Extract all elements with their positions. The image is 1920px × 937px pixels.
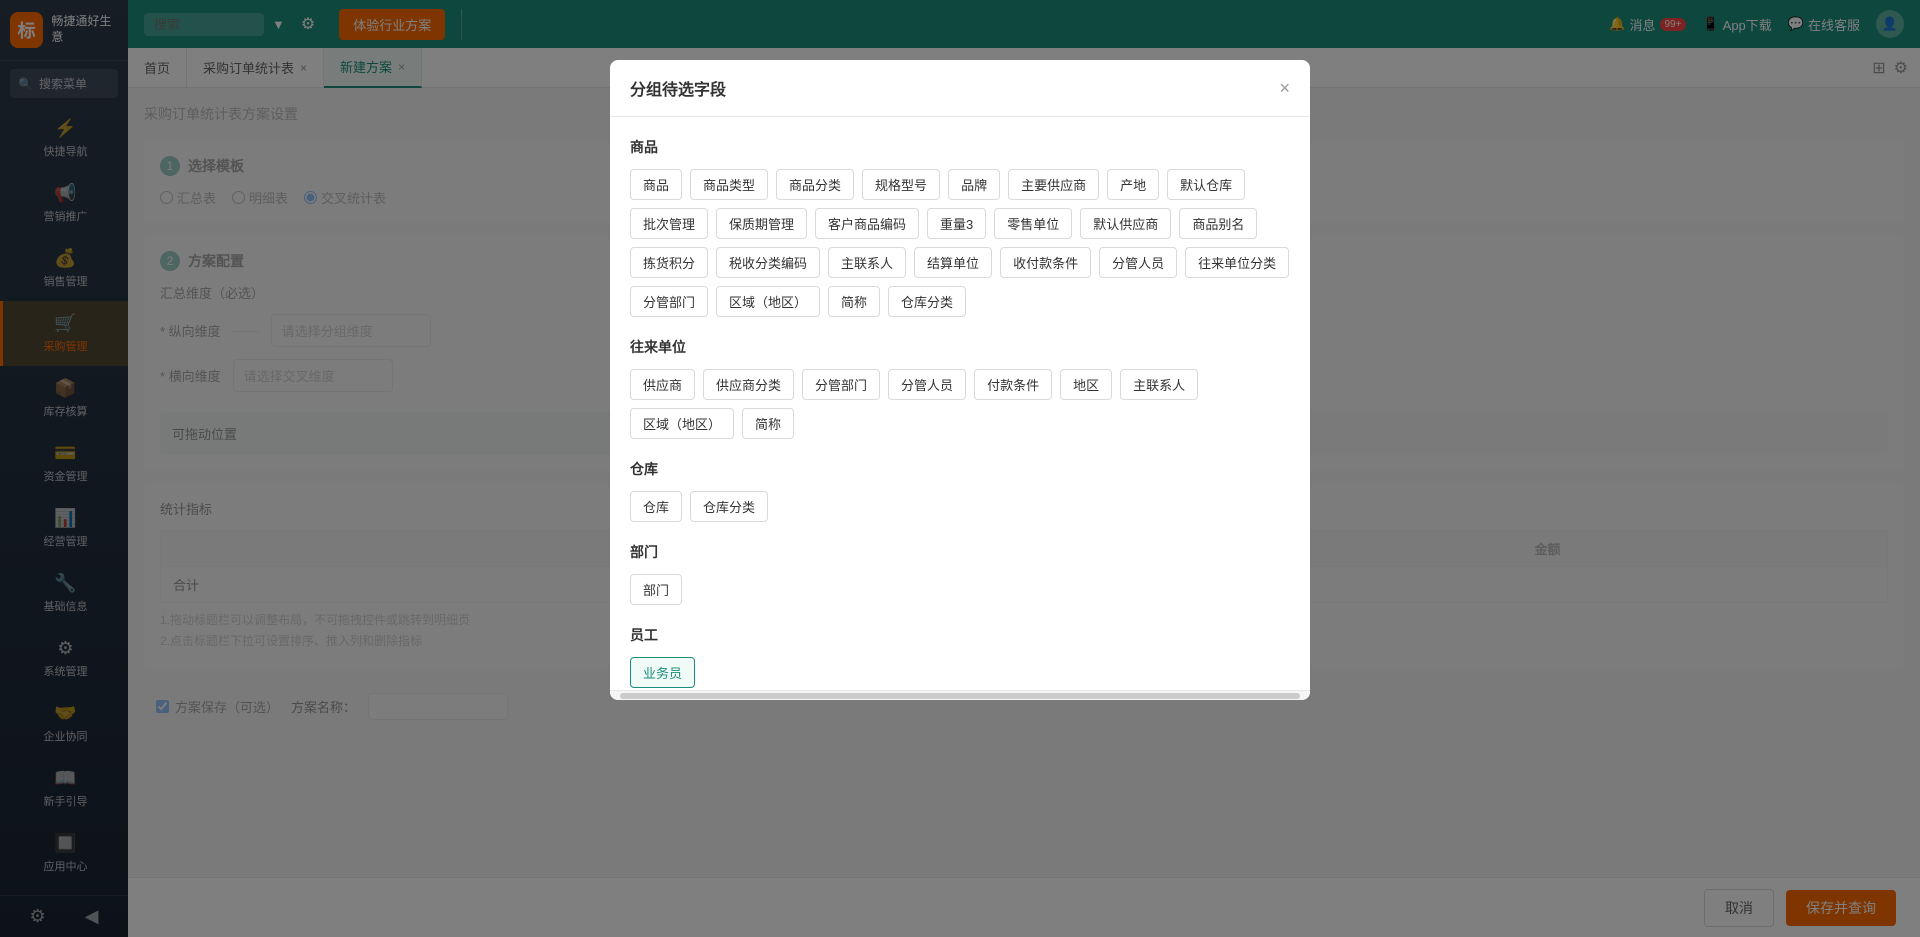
modal-header: 分组待选字段 ×: [610, 60, 1310, 117]
field-tag-guigexinghao[interactable]: 规格型号: [862, 169, 940, 200]
section-shangpin-tags: 商品 商品类型 商品分类 规格型号 品牌 主要供应商 产地 默认仓库 批次管理 …: [630, 169, 1290, 317]
field-tag-bumen[interactable]: 部门: [630, 574, 682, 605]
field-tag-shangpin[interactable]: 商品: [630, 169, 682, 200]
field-tag-fenguan-dept2[interactable]: 分管部门: [802, 369, 880, 400]
field-tag-piciguanli[interactable]: 批次管理: [630, 208, 708, 239]
section-shangpin: 商品 商品 商品类型 商品分类 规格型号 品牌 主要供应商 产地 默认仓库 批次…: [630, 137, 1290, 317]
modal-horizontal-scrollbar[interactable]: [610, 690, 1310, 700]
field-tag-chandi[interactable]: 产地: [1107, 169, 1159, 200]
field-tag-shuishou[interactable]: 税收分类编码: [716, 247, 820, 278]
section-bumen-title: 部门: [630, 542, 1290, 562]
field-tag-diqu[interactable]: 地区: [1060, 369, 1112, 400]
field-tag-jianhuo[interactable]: 拣货积分: [630, 247, 708, 278]
field-tag-cangkufenlei[interactable]: 仓库分类: [888, 286, 966, 317]
field-tag-biemeng[interactable]: 商品别名: [1179, 208, 1257, 239]
field-tag-jiancheng[interactable]: 简称: [828, 286, 880, 317]
field-tag-jiesuandanwei[interactable]: 结算单位: [914, 247, 992, 278]
field-tag-zhulianxiren2[interactable]: 主联系人: [1120, 369, 1198, 400]
section-cangku-title: 仓库: [630, 459, 1290, 479]
modal-title: 分组待选字段: [630, 76, 726, 100]
field-tag-fenguan2[interactable]: 分管人员: [888, 369, 966, 400]
section-bumen: 部门 部门: [630, 542, 1290, 605]
field-tag-quyu2[interactable]: 区域（地区）: [630, 408, 734, 439]
field-tag-gongyingshang[interactable]: 供应商: [630, 369, 695, 400]
field-tag-morengongying[interactable]: 默认供应商: [1080, 208, 1171, 239]
field-tag-quyu[interactable]: 区域（地区）: [716, 286, 820, 317]
overlay: 分组待选字段 × 商品 商品 商品类型 商品分类 规格型号 品牌 主要供应商 产…: [0, 0, 1920, 937]
field-tag-shangpinleixing[interactable]: 商品类型: [690, 169, 768, 200]
section-yuangong-title: 员工: [630, 625, 1290, 645]
section-wanglai: 往来单位 供应商 供应商分类 分管部门 分管人员 付款条件 地区 主联系人 区域…: [630, 337, 1290, 439]
field-tag-morencangku[interactable]: 默认仓库: [1167, 169, 1245, 200]
section-shangpin-title: 商品: [630, 137, 1290, 157]
field-tag-wanglaifenlei[interactable]: 往来单位分类: [1185, 247, 1289, 278]
field-tag-jiancheng2[interactable]: 简称: [742, 408, 794, 439]
modal-close-button[interactable]: ×: [1279, 78, 1290, 99]
field-tag-fenguan-dept[interactable]: 分管部门: [630, 286, 708, 317]
modal-body[interactable]: 商品 商品 商品类型 商品分类 规格型号 品牌 主要供应商 产地 默认仓库 批次…: [610, 117, 1310, 690]
section-bumen-tags: 部门: [630, 574, 1290, 605]
section-yuangong: 员工 业务员: [630, 625, 1290, 688]
field-tag-shangpinfenlei[interactable]: 商品分类: [776, 169, 854, 200]
field-tag-cangku[interactable]: 仓库: [630, 491, 682, 522]
field-tag-pinpai[interactable]: 品牌: [948, 169, 1000, 200]
field-tag-kehubianma[interactable]: 客户商品编码: [815, 208, 919, 239]
modal-hscroll-thumb: [620, 693, 1300, 699]
section-cangku-tags: 仓库 仓库分类: [630, 491, 1290, 522]
field-tag-lingshou[interactable]: 零售单位: [994, 208, 1072, 239]
field-tag-fukuantiaojian[interactable]: 付款条件: [974, 369, 1052, 400]
field-tag-zhuyaogongying[interactable]: 主要供应商: [1008, 169, 1099, 200]
field-tag-cangkufenlei2[interactable]: 仓库分类: [690, 491, 768, 522]
field-tag-zhongliang[interactable]: 重量3: [927, 208, 986, 239]
field-tag-gongyingfenlei[interactable]: 供应商分类: [703, 369, 794, 400]
section-yuangong-tags: 业务员: [630, 657, 1290, 688]
field-tag-shoufukuan[interactable]: 收付款条件: [1000, 247, 1091, 278]
field-tag-yewuyuan[interactable]: 业务员: [630, 657, 695, 688]
field-tag-baozhi[interactable]: 保质期管理: [716, 208, 807, 239]
section-wanglai-title: 往来单位: [630, 337, 1290, 357]
section-wanglai-tags: 供应商 供应商分类 分管部门 分管人员 付款条件 地区 主联系人 区域（地区） …: [630, 369, 1290, 439]
field-tag-fenguan[interactable]: 分管人员: [1099, 247, 1177, 278]
section-cangku: 仓库 仓库 仓库分类: [630, 459, 1290, 522]
modal: 分组待选字段 × 商品 商品 商品类型 商品分类 规格型号 品牌 主要供应商 产…: [610, 60, 1310, 700]
field-tag-zhulianxiren[interactable]: 主联系人: [828, 247, 906, 278]
